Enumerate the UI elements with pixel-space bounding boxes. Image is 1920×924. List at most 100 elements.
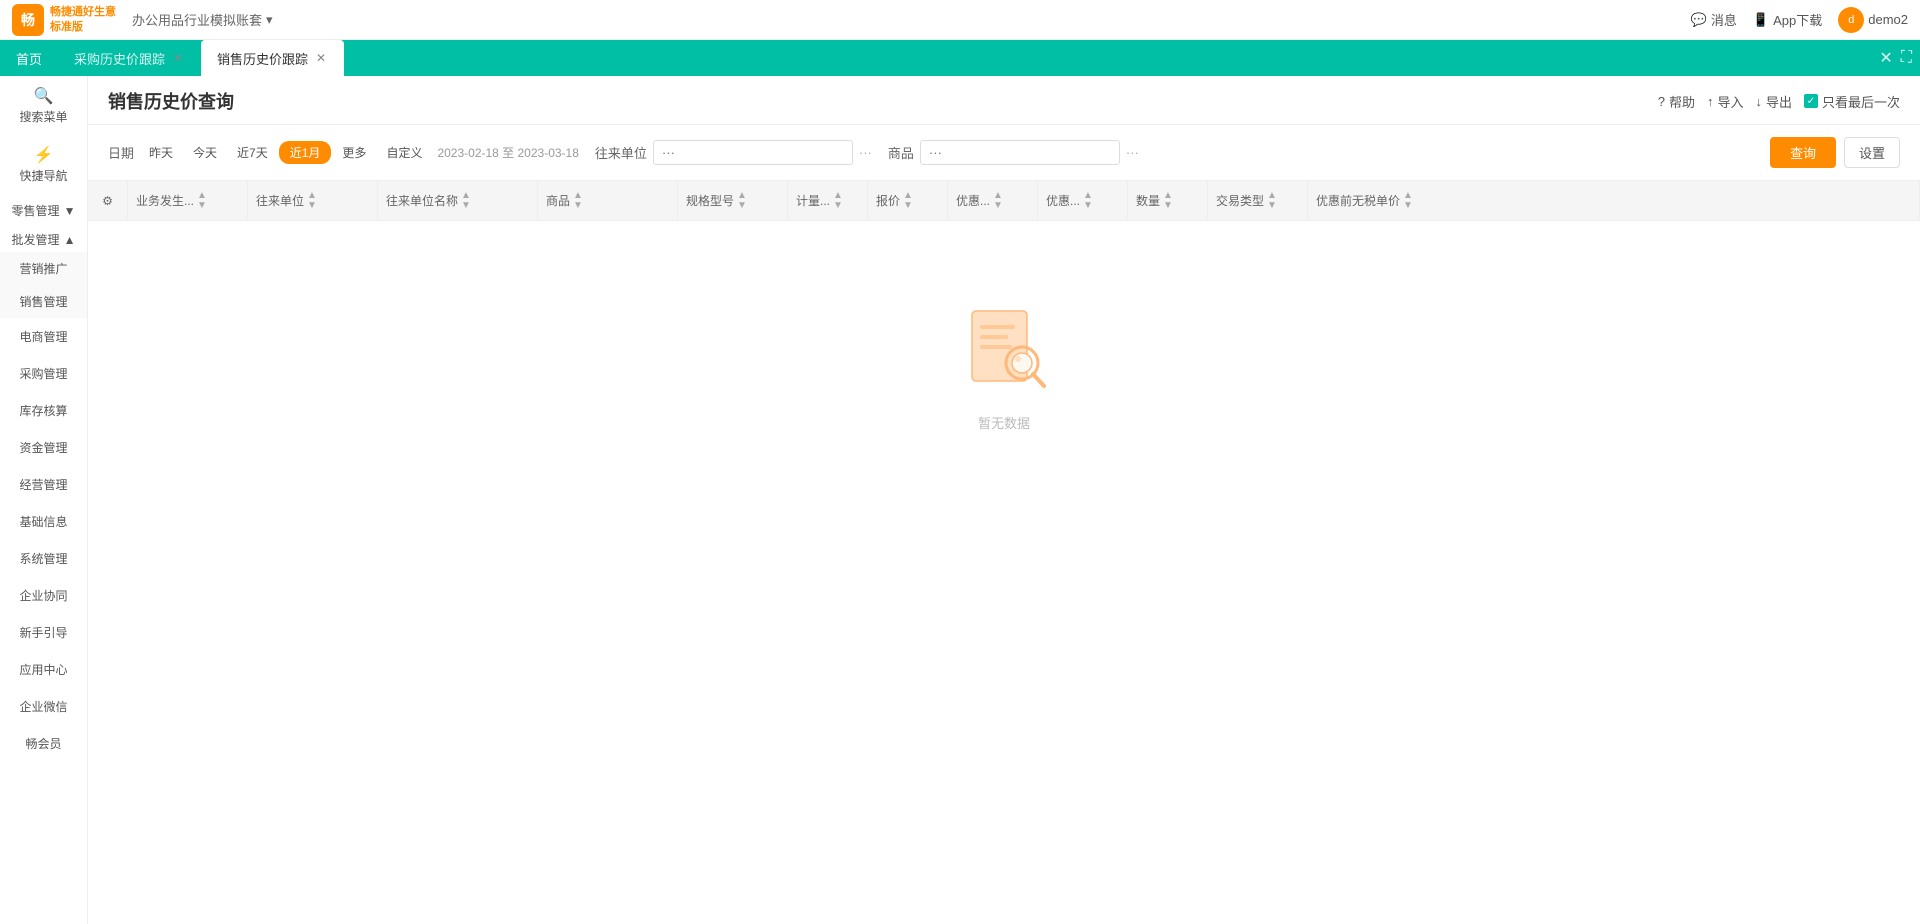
empty-icon [954,301,1054,401]
tab-home[interactable]: 首页 [0,40,58,76]
th-notax-price[interactable]: 优惠前无税单价 ▲▼ [1308,181,1920,221]
date-btn-today[interactable]: 今天 [184,141,226,164]
sidebar-item-search[interactable]: 🔍 搜索菜单 [0,76,87,135]
th-unit-name[interactable]: 往来单位名称 ▲▼ [378,181,538,221]
sidebar-item-shortcut[interactable]: ⚡ 快捷导航 [0,135,87,194]
th-unit[interactable]: 计量... ▲▼ [788,181,868,221]
th-discount2[interactable]: 优惠... ▲▼ [1038,181,1128,221]
sort-icon-price: ▲▼ [903,191,913,211]
import-icon: ↑ [1707,94,1714,109]
chevron-up-icon: ▲ [64,233,76,247]
app-download-button[interactable]: 📱 App下载 [1753,10,1822,29]
sidebar-item-new-guide[interactable]: 新手引导 [0,614,87,651]
empty-text: 暂无数据 [978,413,1030,432]
sort-icon-unit-code: ▲▼ [307,191,317,211]
sort-icon-notax: ▲▼ [1403,191,1413,211]
message-button[interactable]: 💬 消息 [1691,10,1737,29]
page-title: 销售历史价查询 [108,88,234,114]
sort-icon-unit-name: ▲▼ [461,191,471,211]
th-unit-code[interactable]: 往来单位 ▲▼ [248,181,378,221]
sidebar-item-app-center[interactable]: 应用中心 [0,651,87,688]
top-bar-left: 畅 畅捷通好生意 标准版 办公用品行业模拟账套 ▾ [12,4,281,36]
th-settings[interactable]: ⚙ [88,181,128,221]
tab-purchase-history-close[interactable]: ✕ [171,51,185,65]
supplier-input[interactable] [653,140,853,165]
date-btn-custom[interactable]: 自定义 [377,141,431,164]
th-trade-type[interactable]: 交易类型 ▲▼ [1208,181,1308,221]
sidebar-item-sales-mgmt[interactable]: 销售管理 [0,285,87,318]
tab-sales-history[interactable]: 销售历史价跟踪 ✕ [201,40,344,76]
help-button[interactable]: ? 帮助 [1658,92,1695,111]
product-dots: ··· [1126,145,1139,160]
tab-fullscreen-button[interactable]: ⛶ [1901,49,1912,67]
setting-button[interactable]: 设置 [1844,137,1900,168]
sidebar-item-retail[interactable]: 零售管理 ▼ [0,194,87,223]
page-header: 销售历史价查询 ? 帮助 ↑ 导入 ↓ 导出 [88,76,1920,125]
date-btn-more[interactable]: 更多 [333,141,375,164]
tab-sales-history-close[interactable]: ✕ [314,51,328,65]
sidebar-item-purchase[interactable]: 采购管理 [0,355,87,392]
sidebar-item-marketing[interactable]: 营销推广 [0,252,87,285]
date-btn-last7[interactable]: 近7天 [228,141,277,164]
tab-close-all-button[interactable]: ✕ [1879,48,1892,68]
top-bar-right: 💬 消息 📱 App下载 d demo2 [1691,7,1908,33]
filter-actions: 查询 设置 [1770,137,1900,168]
sidebar-item-wholesale[interactable]: 批发管理 ▲ [0,223,87,252]
date-btn-last1m[interactable]: 近1月 [279,141,332,164]
sidebar-item-operations[interactable]: 经营管理 [0,466,87,503]
th-qty[interactable]: 数量 ▲▼ [1128,181,1208,221]
sidebar-item-enterprise-collab[interactable]: 企业协同 [0,577,87,614]
settings-gear-icon: ⚙ [102,194,113,208]
help-icon: ? [1658,94,1665,109]
sort-icon-unit: ▲▼ [833,191,843,211]
date-range-display: 2023-02-18 至 2023-03-18 [437,144,578,161]
sidebar-item-ecommerce[interactable]: 电商管理 [0,318,87,355]
shortcut-icon: ⚡ [34,145,54,165]
th-date[interactable]: 业务发生... ▲▼ [128,181,248,221]
date-buttons: 昨天 今天 近7天 近1月 更多 自定义 [140,141,431,164]
supplier-dots: ··· [859,145,872,160]
sidebar: 🔍 搜索菜单 ⚡ 快捷导航 零售管理 ▼ 批发管理 ▲ 营销推广 销售管理 电商… [0,76,88,924]
sidebar-sub-wholesale: 营销推广 销售管理 [0,252,87,318]
date-filter-group: 日期 昨天 今天 近7天 近1月 更多 自定义 2023-02-18 至 202… [108,141,579,164]
avatar: d [1838,7,1864,33]
th-spec[interactable]: 规格型号 ▲▼ [678,181,788,221]
search-icon: 🔍 [34,86,54,106]
phone-icon: 📱 [1753,12,1769,28]
sidebar-item-system[interactable]: 系统管理 [0,540,87,577]
sort-icon-discount2: ▲▼ [1083,191,1093,211]
filter-area: 日期 昨天 今天 近7天 近1月 更多 自定义 2023-02-18 至 202… [88,125,1920,181]
supplier-filter-group: 往来单位 ··· [595,140,872,165]
page-title-row: 销售历史价查询 ? 帮助 ↑ 导入 ↓ 导出 [108,88,1900,124]
export-button[interactable]: ↓ 导出 [1755,92,1792,111]
top-bar: 畅 畅捷通好生意 标准版 办公用品行业模拟账套 ▾ 💬 消息 📱 App下载 d… [0,0,1920,40]
sidebar-item-member[interactable]: 畅会员 [0,725,87,762]
th-discount1[interactable]: 优惠... ▲▼ [948,181,1038,221]
th-product[interactable]: 商品 ▲▼ [538,181,678,221]
table-header: ⚙ 业务发生... ▲▼ 往来单位 ▲▼ 往来单位名称 ▲▼ 商品 ▲▼ [88,181,1920,221]
logo-icon: 畅 [12,4,44,36]
chevron-down-icon: ▾ [266,12,273,28]
query-button[interactable]: 查询 [1770,137,1836,168]
chevron-down-icon: ▼ [64,204,76,218]
last-only-checkbox-area[interactable]: 只看最后一次 [1804,92,1900,111]
sidebar-item-finance[interactable]: 资金管理 [0,429,87,466]
date-btn-yesterday[interactable]: 昨天 [140,141,182,164]
message-icon: 💬 [1691,12,1707,28]
sidebar-item-basic[interactable]: 基础信息 [0,503,87,540]
page-actions: ? 帮助 ↑ 导入 ↓ 导出 只看最后一次 [1658,92,1900,111]
export-icon: ↓ [1755,94,1762,109]
sidebar-item-inventory[interactable]: 库存核算 [0,392,87,429]
tab-bar: 首页 采购历史价跟踪 ✕ 销售历史价跟踪 ✕ ✕ ⛶ [0,40,1920,76]
import-button[interactable]: ↑ 导入 [1707,92,1744,111]
product-input[interactable] [920,140,1120,165]
last-only-checkbox[interactable] [1804,94,1818,108]
product-filter-group: 商品 ··· [888,140,1139,165]
th-price[interactable]: 报价 ▲▼ [868,181,948,221]
sidebar-item-enterprise-wechat[interactable]: 企业微信 [0,688,87,725]
supplier-filter-label: 往来单位 [595,143,647,162]
user-menu[interactable]: d demo2 [1838,7,1908,33]
empty-state: 暂无数据 [88,221,1920,512]
tab-purchase-history[interactable]: 采购历史价跟踪 ✕ [58,40,201,76]
app-selector[interactable]: 办公用品行业模拟账套 ▾ [124,6,281,33]
